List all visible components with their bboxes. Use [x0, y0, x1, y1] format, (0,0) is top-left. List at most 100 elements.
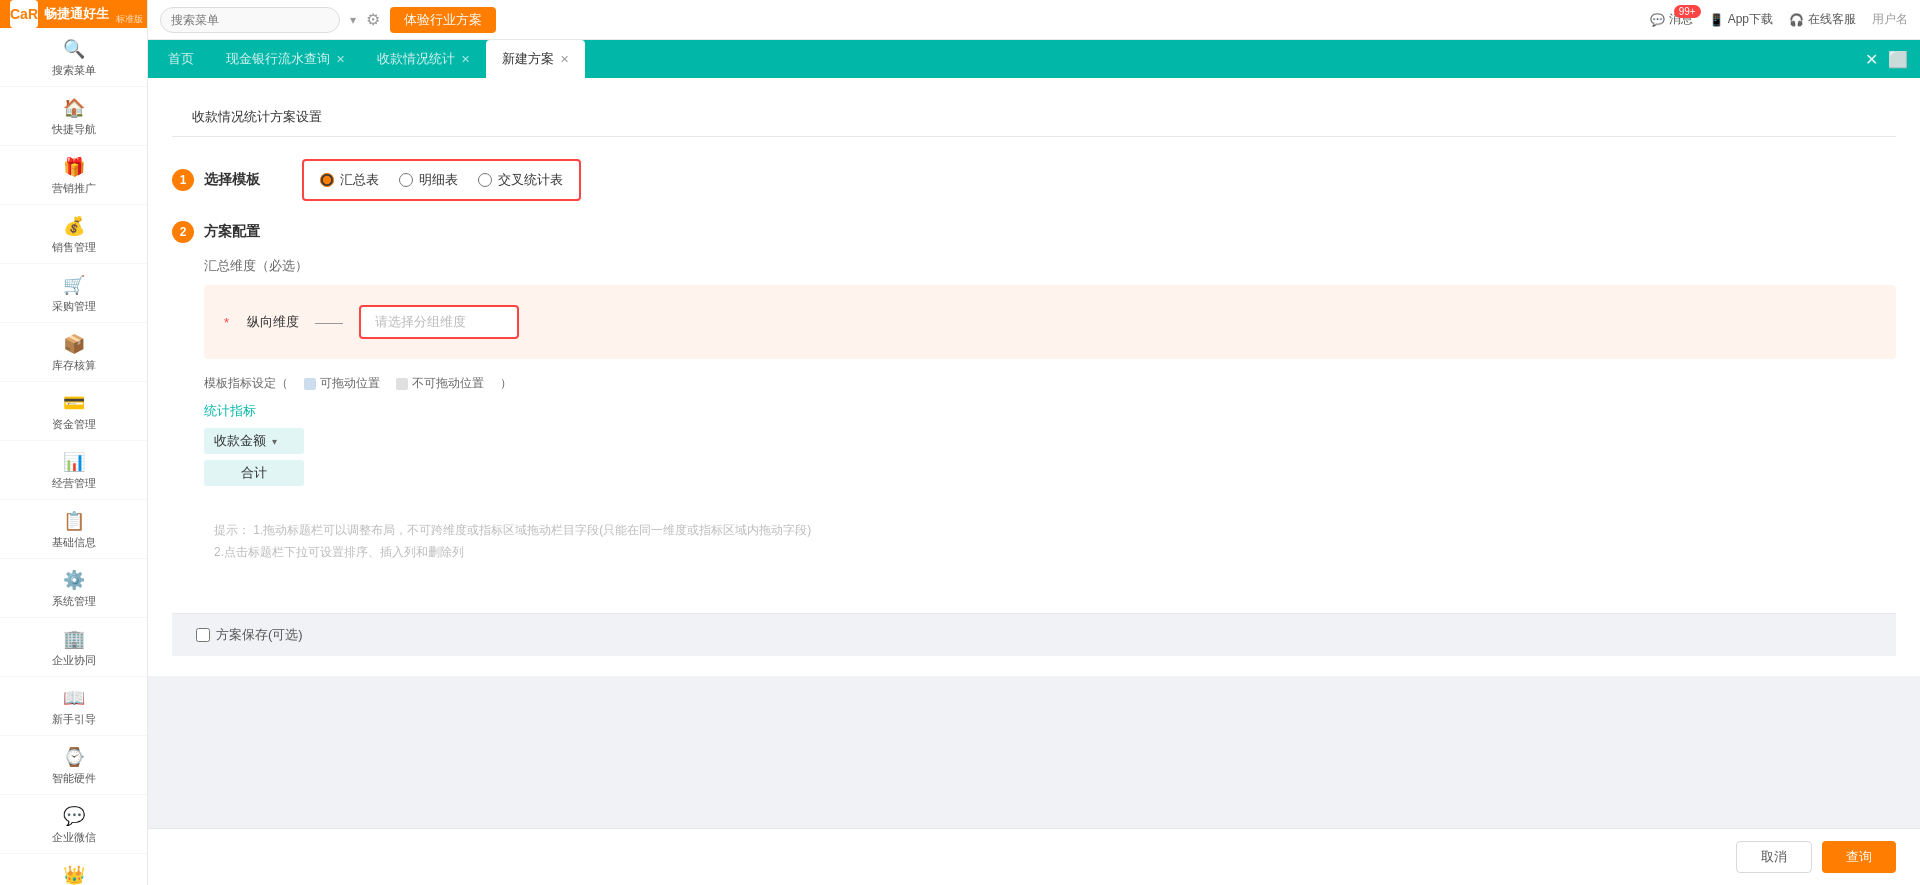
sidebar-item-corp[interactable]: 🏢 企业协同: [0, 618, 147, 677]
dimension-arrow-icon: ——: [315, 314, 343, 330]
radio-cross-input[interactable]: [478, 173, 492, 187]
bottom-bar: 方案保存(可选): [172, 613, 1896, 656]
service-button[interactable]: 🎧 在线客服: [1789, 11, 1856, 28]
sidebar-item-sales[interactable]: 💰 销售管理: [0, 205, 147, 264]
sidebar-item-operation[interactable]: 📊 经营管理: [0, 441, 147, 500]
close-bracket: ）: [500, 375, 512, 392]
save-option[interactable]: 方案保存(可选): [196, 626, 1872, 644]
dimension-selector[interactable]: 请选择分组维度: [359, 305, 519, 339]
save-checkbox[interactable]: [196, 628, 210, 642]
main-area: ▾ ⚙ 体验行业方案 💬 消息 99+ 📱 App下载 🎧 在线客服 用户名 首…: [148, 0, 1920, 885]
sidebar-item-hardware[interactable]: ⌚ 智能硬件: [0, 736, 147, 795]
sidebar-item-basic[interactable]: 📋 基础信息: [0, 500, 147, 559]
quicknav-icon: 🏠: [63, 97, 85, 119]
tip-line1: 提示： 1.拖动标题栏可以调整布局，不可跨维度或指标区域拖动栏目字段(只能在同一…: [214, 520, 1886, 542]
step2-header: 2 方案配置: [172, 221, 1896, 243]
sidebar-item-inventory[interactable]: 📦 库存核算: [0, 323, 147, 382]
radio-cross-label: 交叉统计表: [498, 171, 563, 189]
tab-home[interactable]: 首页: [152, 40, 210, 78]
template-options-box: 汇总表 明细表 交叉统计表: [302, 159, 581, 201]
sidebar-item-marketing[interactable]: 🎁 营销推广: [0, 146, 147, 205]
footer-actions: 取消 查询: [148, 828, 1920, 885]
download-label: App下载: [1728, 11, 1773, 28]
sidebar: CaR 畅捷通好生 标准版 🔍 搜索菜单 🏠 快捷导航 🎁 营销推广 💰 销售管…: [0, 0, 148, 885]
search-icon: 🔍: [63, 38, 85, 60]
tab-collection-close-icon[interactable]: ✕: [461, 53, 470, 66]
required-star: *: [224, 315, 229, 330]
radio-summary[interactable]: 汇总表: [320, 171, 379, 189]
sidebar-logo: CaR 畅捷通好生 标准版: [0, 0, 147, 28]
indicator-dropdown-icon[interactable]: ▾: [272, 436, 277, 447]
radio-detail[interactable]: 明细表: [399, 171, 458, 189]
dropdown-arrow-icon[interactable]: ▾: [350, 13, 356, 27]
sales-icon: 💰: [63, 215, 85, 237]
step1-title: 选择模板: [204, 171, 260, 189]
non-draggable-dot: [396, 378, 408, 390]
step1-number: 1: [172, 169, 194, 191]
sidebar-item-finance[interactable]: 💳 资金管理: [0, 382, 147, 441]
indicator-tag-collection[interactable]: 收款金额 ▾: [204, 428, 304, 454]
radio-detail-input[interactable]: [399, 173, 413, 187]
indicator-section: 模板指标设定（ 可拖动位置 不可拖动位置 ）: [204, 375, 1896, 490]
tab-new-plan-label: 新建方案: [502, 50, 554, 68]
sidebar-item-system[interactable]: ⚙️ 系统管理: [0, 559, 147, 618]
page-title: 收款情况统计方案设置: [172, 98, 1896, 137]
operation-label: 经营管理: [52, 476, 96, 491]
corp-label: 企业协同: [52, 653, 96, 668]
radio-cross[interactable]: 交叉统计表: [478, 171, 563, 189]
search-input[interactable]: [160, 7, 340, 33]
step1-section: 1 选择模板 汇总表 明细表: [172, 159, 1896, 201]
non-draggable-label: 不可拖动位置: [412, 375, 484, 392]
sidebar-item-wechat[interactable]: 💬 企业微信: [0, 795, 147, 854]
sidebar-item-purchase[interactable]: 🛒 采购管理: [0, 264, 147, 323]
operation-icon: 📊: [63, 451, 85, 473]
tab-bank[interactable]: 现金银行流水查询 ✕: [210, 40, 361, 78]
gear-icon[interactable]: ⚙: [366, 10, 380, 29]
topbar-right: 💬 消息 99+ 📱 App下载 🎧 在线客服 用户名: [1650, 11, 1908, 28]
message-button[interactable]: 💬 消息 99+: [1650, 11, 1693, 28]
query-button[interactable]: 查询: [1822, 841, 1896, 873]
quicknav-label: 快捷导航: [52, 122, 96, 137]
maximize-icon[interactable]: ⬜: [1888, 50, 1908, 69]
finance-icon: 💳: [63, 392, 85, 414]
corp-icon: 🏢: [63, 628, 85, 650]
industry-button[interactable]: 体验行业方案: [390, 7, 496, 33]
dimension-row: * 纵向维度 —— 请选择分组维度: [224, 305, 1876, 339]
dimension-subtitle: 汇总维度（必选）: [204, 257, 1896, 275]
finance-label: 资金管理: [52, 417, 96, 432]
basic-label: 基础信息: [52, 535, 96, 550]
sidebar-item-search[interactable]: 🔍 搜索菜单: [0, 28, 147, 87]
close-window-icon[interactable]: ✕: [1865, 50, 1878, 69]
message-icon: 💬: [1650, 13, 1665, 27]
hardware-icon: ⌚: [63, 746, 85, 768]
indicator-table-area: 统计指标 收款金额 ▾ 合计: [204, 402, 1896, 490]
indicator-tag-label: 收款金额: [214, 432, 266, 450]
tab-collection-label: 收款情况统计: [377, 50, 455, 68]
indicator-subtotal: 合计: [204, 460, 304, 486]
sidebar-item-newbie[interactable]: 📖 新手引导: [0, 677, 147, 736]
tab-bank-close-icon[interactable]: ✕: [336, 53, 345, 66]
marketing-icon: 🎁: [63, 156, 85, 178]
edition-badge: 标准版: [116, 13, 143, 26]
user-label: 用户名: [1872, 11, 1908, 28]
cancel-button[interactable]: 取消: [1736, 841, 1812, 873]
draggable-legend: 可拖动位置: [304, 375, 380, 392]
sidebar-item-quicknav[interactable]: 🏠 快捷导航: [0, 87, 147, 146]
tab-collection[interactable]: 收款情况统计 ✕: [361, 40, 486, 78]
sales-label: 销售管理: [52, 240, 96, 255]
logo-abbr: CaR: [10, 6, 38, 22]
service-icon: 🎧: [1789, 13, 1804, 27]
dimension-area: * 纵向维度 —— 请选择分组维度: [204, 285, 1896, 359]
tip-line2: 2.点击标题栏下拉可设置排序、插入列和删除列: [214, 542, 1886, 564]
radio-summary-input[interactable]: [320, 173, 334, 187]
sidebar-item-member[interactable]: 👑 畅会员: [0, 854, 147, 885]
indicator-items: 收款金额 ▾ 合计: [204, 428, 304, 490]
content-area: 收款情况统计方案设置 1 选择模板 汇总表: [148, 78, 1920, 828]
indicator-legend: 模板指标设定（ 可拖动位置 不可拖动位置 ）: [204, 375, 1896, 392]
tab-bank-label: 现金银行流水查询: [226, 50, 330, 68]
tab-new-plan-close-icon[interactable]: ✕: [560, 53, 569, 66]
tab-new-plan[interactable]: 新建方案 ✕: [486, 40, 585, 78]
service-label: 在线客服: [1808, 11, 1856, 28]
step1-header: 1 选择模板 汇总表 明细表: [172, 159, 1896, 201]
download-button[interactable]: 📱 App下载: [1709, 11, 1773, 28]
